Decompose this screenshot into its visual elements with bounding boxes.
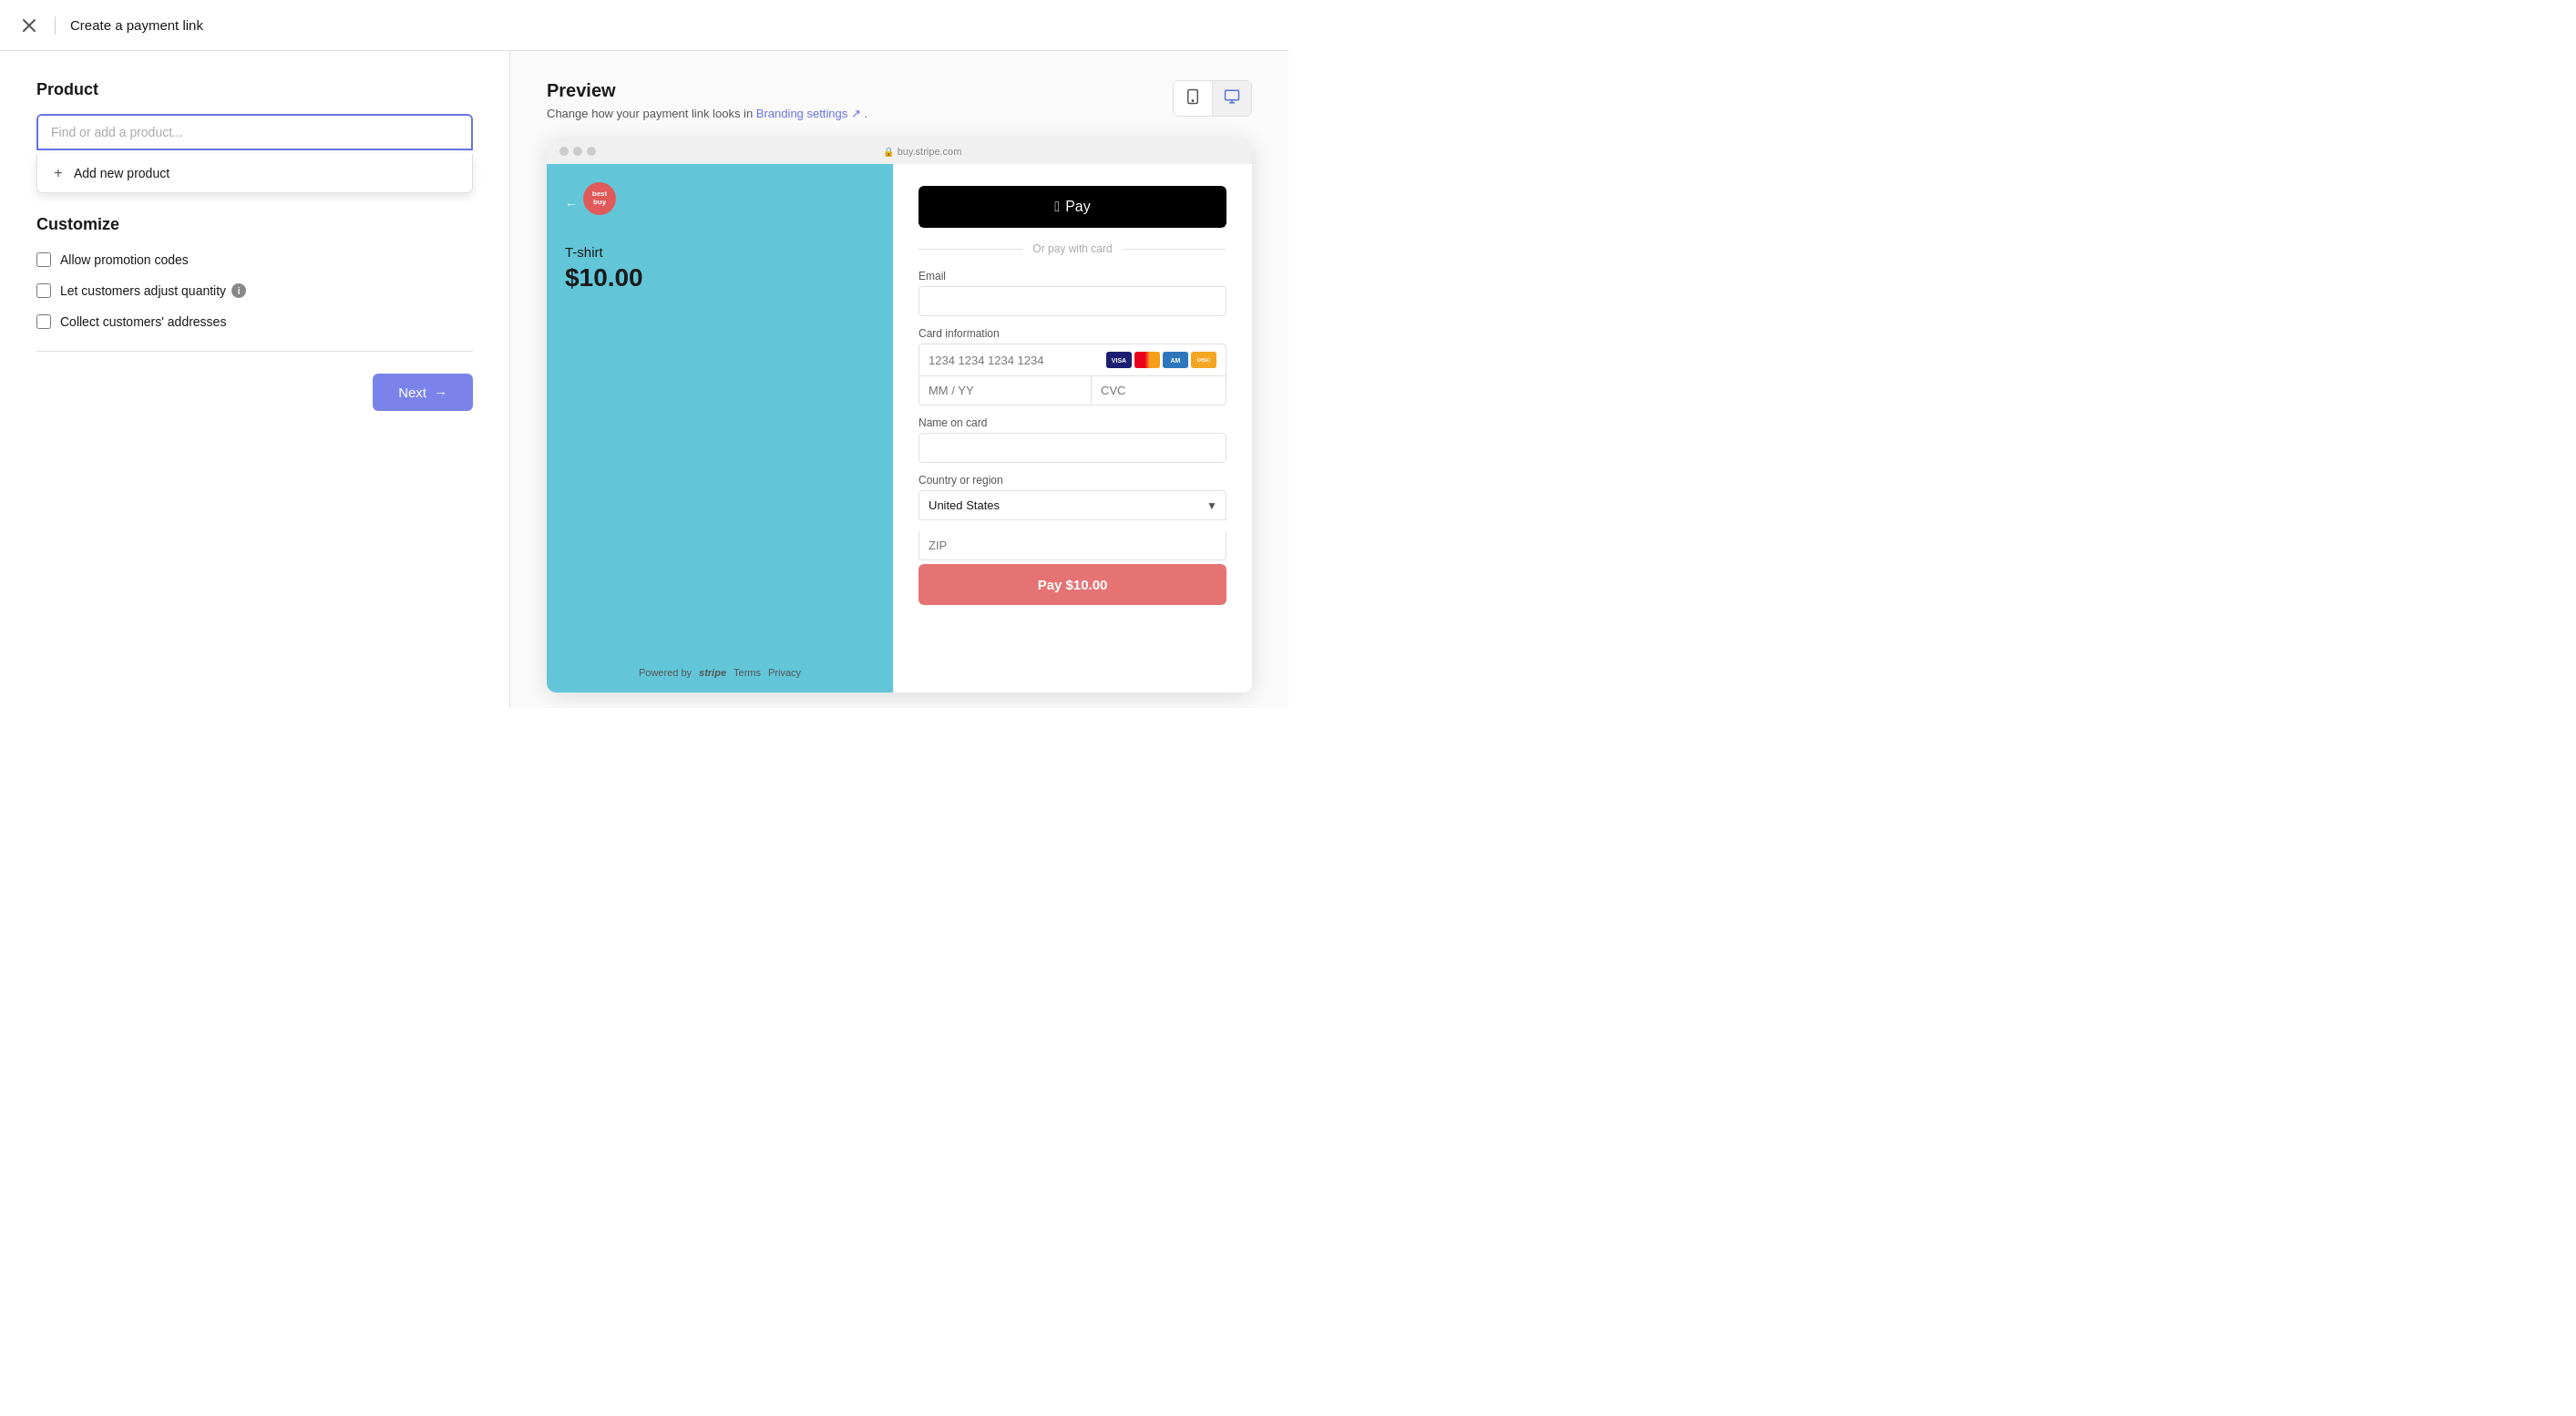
allow-promo-row: Allow promotion codes bbox=[36, 252, 473, 267]
preview-title: Preview bbox=[547, 80, 867, 101]
close-button[interactable] bbox=[18, 15, 40, 36]
left-panel: Product + Add new product Customize Allo… bbox=[0, 51, 510, 708]
or-line-left bbox=[919, 249, 1023, 250]
branding-settings-link[interactable]: Branding settings ↗ bbox=[756, 107, 865, 120]
tablet-icon bbox=[1185, 88, 1201, 108]
add-icon: + bbox=[50, 165, 67, 181]
lock-icon: 🔒 bbox=[883, 147, 894, 157]
preview-header: Preview Change how your payment link loo… bbox=[547, 80, 1252, 120]
zip-input[interactable] bbox=[919, 531, 1226, 560]
collect-addresses-label: Collect customers' addresses bbox=[60, 314, 226, 329]
top-bar-divider bbox=[55, 16, 56, 35]
apple-icon:  bbox=[1054, 199, 1060, 215]
pay-button-label: Pay $10.00 bbox=[1038, 577, 1108, 592]
card-info-wrapper: VISA AM DISC bbox=[919, 344, 1226, 405]
powered-by-text: Powered by bbox=[639, 667, 692, 678]
arrow-icon: → bbox=[434, 385, 447, 400]
svg-point-1 bbox=[1192, 100, 1194, 102]
card-number-input[interactable] bbox=[929, 354, 1106, 367]
top-bar: Create a payment link bbox=[0, 0, 1288, 51]
product-section-title: Product bbox=[36, 80, 473, 99]
or-divider: Or pay with card bbox=[919, 242, 1226, 255]
product-name: T-shirt bbox=[565, 244, 875, 260]
payment-right:  Pay Or pay with card Email Card inform… bbox=[893, 164, 1252, 693]
search-wrapper bbox=[36, 114, 473, 150]
name-input[interactable] bbox=[919, 433, 1226, 463]
privacy-link[interactable]: Privacy bbox=[768, 667, 801, 678]
desktop-view-button[interactable] bbox=[1174, 81, 1213, 116]
email-label: Email bbox=[919, 270, 1226, 282]
collect-addresses-row: Collect customers' addresses bbox=[36, 314, 473, 329]
allow-promo-checkbox[interactable] bbox=[36, 252, 51, 267]
payment-footer: Powered by stripe Terms Privacy bbox=[565, 667, 875, 678]
card-cvc-wrapper bbox=[1092, 376, 1226, 405]
name-label: Name on card bbox=[919, 416, 1226, 429]
privacy-text: Privacy bbox=[768, 667, 801, 678]
adjust-quantity-checkbox[interactable] bbox=[36, 283, 51, 298]
product-badge: bestbuy bbox=[583, 182, 616, 215]
browser-dots bbox=[559, 147, 596, 156]
customize-title: Customize bbox=[36, 215, 473, 234]
collect-addresses-checkbox[interactable] bbox=[36, 314, 51, 329]
card-bottom-row bbox=[919, 376, 1226, 405]
add-new-label: Add new product bbox=[74, 166, 169, 180]
country-select-wrapper: United States ▼ bbox=[919, 490, 1226, 520]
card-info-label: Card information bbox=[919, 327, 1226, 340]
browser-url: 🔒 buy.stripe.com bbox=[605, 146, 1239, 157]
info-icon[interactable]: i bbox=[231, 283, 246, 298]
next-label: Next bbox=[398, 385, 426, 400]
terms-link[interactable]: Terms bbox=[734, 667, 761, 678]
branding-link-text: Branding settings bbox=[756, 107, 847, 120]
next-button[interactable]: Next → bbox=[373, 374, 473, 411]
preview-subtitle-text: Change how your payment link looks in bbox=[547, 107, 756, 120]
external-link-icon: ↗ bbox=[851, 107, 861, 120]
or-line-right bbox=[1122, 249, 1226, 250]
card-expiry-input[interactable] bbox=[919, 376, 1092, 405]
browser-dot-yellow bbox=[573, 147, 582, 156]
amex-icon: AM bbox=[1163, 352, 1188, 368]
mobile-view-button[interactable] bbox=[1213, 81, 1251, 116]
adjust-quantity-label: Let customers adjust quantity i bbox=[60, 283, 246, 298]
main-layout: Product + Add new product Customize Allo… bbox=[0, 51, 1288, 708]
browser-bar: 🔒 buy.stripe.com bbox=[547, 139, 1252, 164]
apple-pay-label: Pay bbox=[1065, 199, 1091, 215]
visa-icon: VISA bbox=[1106, 352, 1132, 368]
svg-rect-2 bbox=[1226, 90, 1239, 100]
product-dropdown: + Add new product bbox=[36, 154, 473, 193]
add-new-product-item[interactable]: + Add new product bbox=[37, 154, 472, 192]
mastercard-icon bbox=[1134, 352, 1160, 368]
browser-dot-red bbox=[559, 147, 569, 156]
country-label: Country or region bbox=[919, 474, 1226, 487]
email-input[interactable] bbox=[919, 286, 1226, 316]
pay-button[interactable]: Pay $10.00 bbox=[919, 564, 1226, 605]
card-cvc-input[interactable] bbox=[1101, 384, 1226, 397]
monitor-icon bbox=[1224, 88, 1240, 108]
divider bbox=[36, 351, 473, 352]
page-title: Create a payment link bbox=[70, 17, 203, 33]
browser-dot-green bbox=[587, 147, 596, 156]
back-arrow-icon: ← bbox=[565, 197, 578, 211]
adjust-quantity-row: Let customers adjust quantity i bbox=[36, 283, 473, 298]
view-toggle bbox=[1173, 80, 1252, 117]
stripe-logo: stripe bbox=[699, 667, 726, 678]
or-text: Or pay with card bbox=[1032, 242, 1112, 255]
product-price: $10.00 bbox=[565, 263, 875, 292]
right-panel: Preview Change how your payment link loo… bbox=[510, 51, 1288, 708]
allow-promo-label: Allow promotion codes bbox=[60, 252, 189, 267]
card-number-row: VISA AM DISC bbox=[919, 344, 1226, 376]
browser-mockup: 🔒 buy.stripe.com ← bestbuy T-shirt $10.0… bbox=[547, 139, 1252, 693]
terms-text: Terms bbox=[734, 667, 761, 678]
card-icons: VISA AM DISC bbox=[1106, 352, 1216, 368]
country-select[interactable]: United States bbox=[919, 490, 1226, 520]
back-row: ← bestbuy bbox=[565, 182, 875, 226]
payment-area: ← bestbuy T-shirt $10.00 Powered by stri… bbox=[547, 164, 1252, 693]
url-text: buy.stripe.com bbox=[898, 146, 962, 157]
preview-subtitle: Change how your payment link looks in Br… bbox=[547, 107, 867, 120]
apple-pay-button[interactable]:  Pay bbox=[919, 186, 1226, 228]
product-search-input[interactable] bbox=[36, 114, 473, 150]
payment-left: ← bestbuy T-shirt $10.00 Powered by stri… bbox=[547, 164, 893, 693]
discover-icon: DISC bbox=[1191, 352, 1216, 368]
